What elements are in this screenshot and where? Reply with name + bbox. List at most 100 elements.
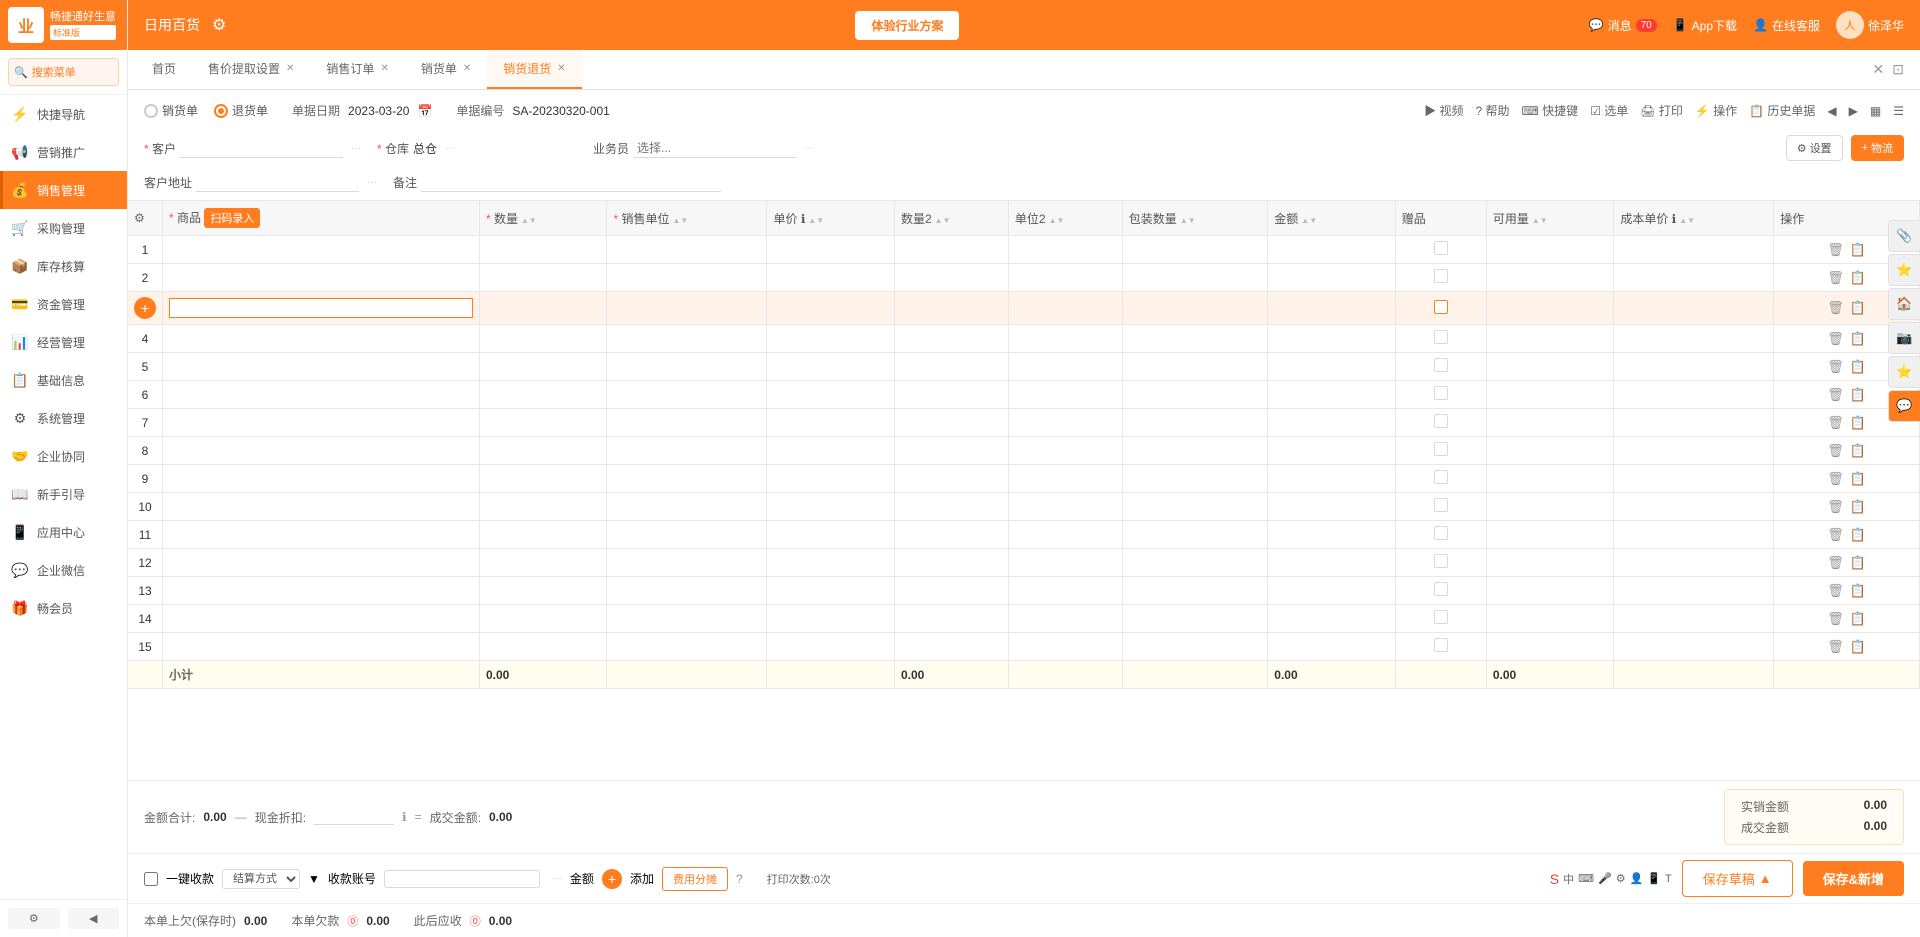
- avail-cell-2[interactable]: [1486, 264, 1614, 292]
- video-action[interactable]: ▶ 视频: [1424, 102, 1463, 119]
- operation-action[interactable]: ⚡ 操作: [1695, 102, 1737, 119]
- remark-input[interactable]: [421, 173, 721, 192]
- collapse-btn[interactable]: ◀: [68, 908, 120, 929]
- tab-sales-order[interactable]: 销售订单 ✕: [310, 50, 404, 89]
- sidebar-item-member[interactable]: 🎁 畅会员: [0, 589, 127, 627]
- topbar-settings-icon[interactable]: ⚙: [212, 15, 226, 35]
- copy-icon-3[interactable]: 📋: [1850, 300, 1866, 316]
- delete-icon-7[interactable]: 🗑: [1827, 415, 1844, 431]
- copy-icon-11[interactable]: 📋: [1850, 527, 1866, 543]
- save-new-btn[interactable]: 保存&新增: [1803, 861, 1904, 896]
- product-cell-3[interactable]: [163, 292, 480, 325]
- unit-cell-3[interactable]: [607, 292, 767, 325]
- close-tab-btn[interactable]: ✕: [1873, 61, 1885, 78]
- next-record[interactable]: ▶: [1849, 104, 1858, 118]
- toolbar-icon-5[interactable]: 👤: [1630, 872, 1644, 885]
- gift-checkbox-6[interactable]: [1434, 386, 1448, 400]
- copy-icon-2[interactable]: 📋: [1850, 270, 1866, 286]
- product-input-1[interactable]: [169, 243, 473, 257]
- select-action[interactable]: ☑ 选单: [1590, 102, 1628, 119]
- toolbar-icon-1[interactable]: 中: [1563, 871, 1574, 887]
- delete-icon-9[interactable]: 🗑: [1827, 471, 1844, 487]
- radio-sale-invoice[interactable]: 销货单: [144, 102, 198, 119]
- side-icon-3[interactable]: 🏠: [1888, 288, 1920, 320]
- gift-checkbox-14[interactable]: [1434, 610, 1448, 624]
- history-action[interactable]: 📋 历史单据: [1749, 102, 1815, 119]
- price-cell-3[interactable]: [767, 292, 895, 325]
- sidebar-item-finance[interactable]: 💳 资金管理: [0, 285, 127, 323]
- copy-icon-13[interactable]: 📋: [1850, 583, 1866, 599]
- pack-cell-3[interactable]: [1122, 292, 1267, 325]
- gift-checkbox-11[interactable]: [1434, 526, 1448, 540]
- delete-icon-2[interactable]: 🗑: [1827, 270, 1844, 286]
- avail-cell-1[interactable]: [1486, 236, 1614, 264]
- unit2-sort-icon[interactable]: ▲▼: [1049, 216, 1065, 225]
- copy-icon-15[interactable]: 📋: [1850, 639, 1866, 655]
- gift-checkbox-8[interactable]: [1434, 442, 1448, 456]
- cost-cell-2[interactable]: [1614, 264, 1774, 292]
- sidebar-item-basic-info[interactable]: 📋 基础信息: [0, 361, 127, 399]
- one-click-payment-checkbox[interactable]: [144, 872, 158, 886]
- tab-home[interactable]: 首页: [136, 50, 192, 89]
- unit-cell-2[interactable]: [607, 264, 767, 292]
- gift-checkbox-7[interactable]: [1434, 414, 1448, 428]
- address-input[interactable]: [196, 173, 359, 192]
- customer-more-btn[interactable]: ···: [351, 143, 361, 154]
- pack-cell-1[interactable]: [1122, 236, 1267, 264]
- sidebar-item-guide[interactable]: 📖 新手引导: [0, 475, 127, 513]
- sidebar-item-enterprise[interactable]: 🤝 企业协同: [0, 437, 127, 475]
- draft-dropdown-icon[interactable]: ▲: [1759, 871, 1772, 886]
- fee-split-btn[interactable]: 费用分摊: [662, 867, 728, 891]
- qty2-cell-3[interactable]: [894, 292, 1008, 325]
- cost-cell-1[interactable]: [1614, 236, 1774, 264]
- settings-bottom-btn[interactable]: ⚙: [8, 908, 60, 929]
- amt-cell-2[interactable]: [1268, 264, 1396, 292]
- delete-icon-5[interactable]: 🗑: [1827, 359, 1844, 375]
- toolbar-icon-2[interactable]: ⌨: [1578, 872, 1594, 885]
- tab-sales-return[interactable]: 销货退货 ✕: [487, 50, 581, 89]
- unit-sort-icon[interactable]: ▲▼: [672, 216, 688, 225]
- copy-icon-14[interactable]: 📋: [1850, 611, 1866, 627]
- sidebar-item-sales[interactable]: 💰 销售管理: [0, 171, 127, 209]
- toolbar-icon-4[interactable]: ⚙: [1616, 872, 1626, 885]
- copy-icon-1[interactable]: 📋: [1850, 242, 1866, 258]
- save-draft-btn[interactable]: 保存草稿 ▲: [1682, 860, 1793, 897]
- copy-icon-7[interactable]: 📋: [1850, 415, 1866, 431]
- toolbar-icon-3[interactable]: 🎤: [1598, 872, 1612, 885]
- copy-icon-9[interactable]: 📋: [1850, 471, 1866, 487]
- qty2-cell-1[interactable]: [894, 236, 1008, 264]
- gift-checkbox-13[interactable]: [1434, 582, 1448, 596]
- unit2-cell-2[interactable]: [1008, 264, 1122, 292]
- product-cell-1[interactable]: [163, 236, 480, 264]
- pack-sort-icon[interactable]: ▲▼: [1180, 216, 1196, 225]
- print-action[interactable]: 🖨 打印: [1640, 102, 1683, 119]
- unit2-cell-1[interactable]: [1008, 236, 1122, 264]
- gift-checkbox-10[interactable]: [1434, 498, 1448, 512]
- toolbar-icon-7[interactable]: T: [1665, 873, 1672, 885]
- prev-record[interactable]: ◀: [1827, 104, 1836, 118]
- sidebar-item-system[interactable]: ⚙ 系统管理: [0, 399, 127, 437]
- unit-cell-1[interactable]: [607, 236, 767, 264]
- qty-cell-2[interactable]: [479, 264, 607, 292]
- tab-invoice-close[interactable]: ✕: [463, 63, 471, 74]
- side-icon-1[interactable]: 📎: [1888, 220, 1920, 252]
- side-icon-5[interactable]: ⭐: [1888, 356, 1920, 388]
- tab-price-settings[interactable]: 售价提取设置 ✕: [192, 50, 310, 89]
- app-download-btn[interactable]: 📱 App下载: [1673, 17, 1737, 34]
- tab-order-close[interactable]: ✕: [380, 63, 388, 74]
- price-sort-icon[interactable]: ▲▼: [808, 216, 824, 225]
- delete-icon-11[interactable]: 🗑: [1827, 527, 1844, 543]
- gift-checkbox-1[interactable]: [1434, 241, 1448, 255]
- staff-more-btn[interactable]: ···: [804, 143, 814, 154]
- copy-icon-12[interactable]: 📋: [1850, 555, 1866, 571]
- sidebar-item-apps[interactable]: 📱 应用中心: [0, 513, 127, 551]
- side-icon-6[interactable]: 💬: [1888, 390, 1920, 422]
- qty2-sort-icon[interactable]: ▲▼: [935, 216, 951, 225]
- gift-checkbox-2[interactable]: [1434, 269, 1448, 283]
- tab-return-close[interactable]: ✕: [557, 63, 565, 74]
- product-cell-2[interactable]: [163, 264, 480, 292]
- side-icon-4[interactable]: 📷: [1888, 322, 1920, 354]
- amt-sort-icon[interactable]: ▲▼: [1301, 216, 1317, 225]
- gift-checkbox-5[interactable]: [1434, 358, 1448, 372]
- avail-sort-icon[interactable]: ▲▼: [1532, 216, 1548, 225]
